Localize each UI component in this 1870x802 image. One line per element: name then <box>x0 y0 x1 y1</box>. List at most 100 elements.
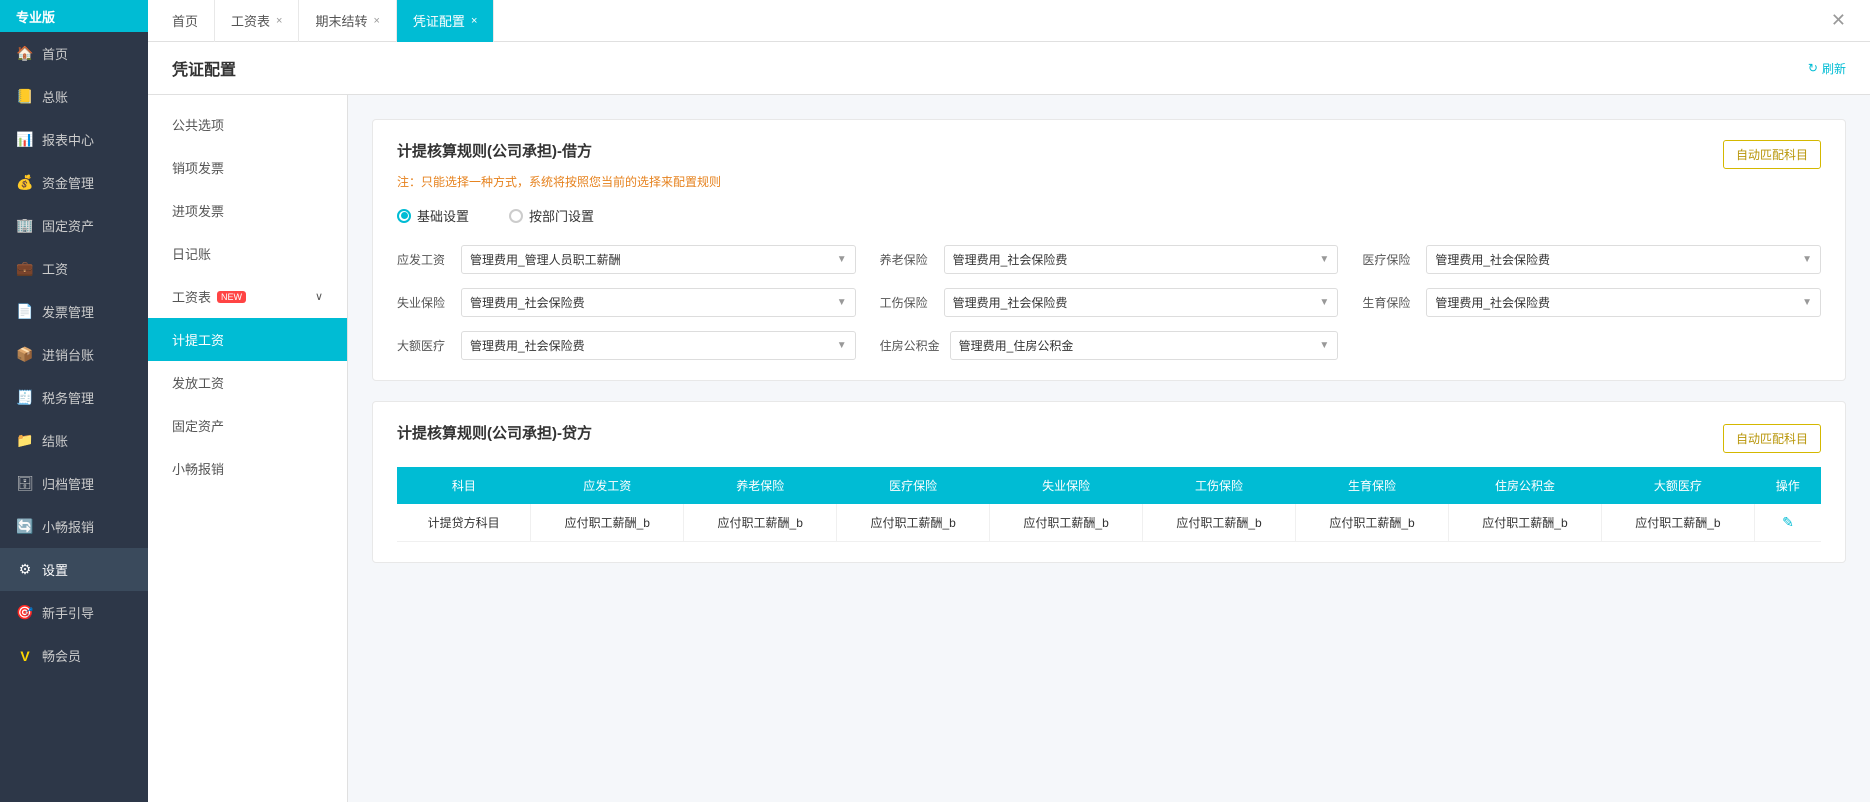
td-action[interactable]: ✎ <box>1754 504 1821 542</box>
sidebar-item-fixed-assets[interactable]: 🏢 固定资产 <box>0 204 148 247</box>
left-nav-journal[interactable]: 日记账 <box>148 232 347 275</box>
select-yanglao[interactable]: 管理费用_社会保险费 ▼ <box>944 245 1339 274</box>
tab-voucher-close-btn[interactable]: × <box>471 15 477 27</box>
form-row-yiliao: 医疗保险 管理费用_社会保险费 ▼ <box>1362 245 1821 274</box>
auto-match-credit-btn[interactable]: 自动匹配科目 <box>1723 424 1821 453</box>
left-nav-purchase-invoice[interactable]: 进项发票 <box>148 189 347 232</box>
sidebar-item-invoice-mgmt[interactable]: 📄 发票管理 <box>0 290 148 333</box>
left-nav-expense-report[interactable]: 小畅报销 <box>148 447 347 490</box>
left-nav-label-7: 固定资产 <box>172 416 224 435</box>
tab-home-label: 首页 <box>172 11 198 30</box>
tab-home[interactable]: 首页 <box>156 0 215 42</box>
settings-icon: ⚙ <box>16 561 34 578</box>
sidebar-item-vip[interactable]: V 畅会员 <box>0 634 148 677</box>
select-daeliao[interactable]: 管理费用_社会保险费 ▼ <box>461 331 856 360</box>
refresh-label: 刷新 <box>1822 60 1846 77</box>
select-shiye-text: 管理费用_社会保险费 <box>470 294 837 311</box>
td-yiliao: 应付职工薪酬_b <box>837 504 990 542</box>
th-action: 操作 <box>1754 467 1821 504</box>
select-yiliao-text: 管理费用_社会保险费 <box>1435 251 1802 268</box>
left-nav-label-3: 日记账 <box>172 244 211 263</box>
vip-icon: V <box>16 648 34 664</box>
th-yiliao: 医疗保险 <box>837 467 990 504</box>
report-icon: 📊 <box>16 131 34 148</box>
sidebar-label-xiaochang: 小畅报销 <box>42 517 94 536</box>
tax-icon: 🧾 <box>16 389 34 406</box>
window-close-btn[interactable]: ✕ <box>1815 10 1862 31</box>
sidebar-item-report-center[interactable]: 📊 报表中心 <box>0 118 148 161</box>
left-nav-label-2: 进项发票 <box>172 201 224 220</box>
form-row-gongshang: 工伤保险 管理费用_社会保险费 ▼ <box>880 288 1339 317</box>
left-nav-label-0: 公共选项 <box>172 115 224 134</box>
select-gongshang-arrow: ▼ <box>1319 297 1329 308</box>
left-nav-sales-invoice[interactable]: 销项发票 <box>148 146 347 189</box>
sidebar-item-capital[interactable]: 💰 资金管理 <box>0 161 148 204</box>
td-yanglao: 应付职工薪酬_b <box>684 504 837 542</box>
form-row-yingfa: 应发工资 管理费用_管理人员职工薪酬 ▼ <box>397 245 856 274</box>
select-gongshang[interactable]: 管理费用_社会保险费 ▼ <box>944 288 1339 317</box>
select-zhufang-text: 管理费用_住房公积金 <box>959 337 1320 354</box>
radio-basic-setup[interactable]: 基础设置 <box>397 206 469 225</box>
sidebar-label-guide: 新手引导 <box>42 603 94 622</box>
td-yingfa: 应付职工薪酬_b <box>531 504 684 542</box>
new-badge: NEW <box>217 291 246 303</box>
sidebar-label-ledger: 总账 <box>42 87 68 106</box>
select-yiliao[interactable]: 管理费用_社会保险费 ▼ <box>1426 245 1821 274</box>
sidebar-item-purchase-sales[interactable]: 📦 进销台账 <box>0 333 148 376</box>
select-yingfa-arrow: ▼ <box>837 254 847 265</box>
sidebar-item-settings[interactable]: ⚙ 设置 <box>0 548 148 591</box>
sidebar-label-vip: 畅会员 <box>42 646 81 665</box>
form-row-shiye: 失业保险 管理费用_社会保险费 ▼ <box>397 288 856 317</box>
sidebar-label-purchase: 进销台账 <box>42 345 94 364</box>
form-row-yanglao: 养老保险 管理费用_社会保险费 ▼ <box>880 245 1339 274</box>
edit-icon[interactable]: ✎ <box>1782 514 1794 530</box>
left-nav-public-options[interactable]: 公共选项 <box>148 103 347 146</box>
select-shiye-arrow: ▼ <box>837 297 847 308</box>
select-yingfa[interactable]: 管理费用_管理人员职工薪酬 ▼ <box>461 245 856 274</box>
guide-icon: 🎯 <box>16 604 34 621</box>
table-wrapper-credit: 科目 应发工资 养老保险 医疗保险 失业保险 工伤保险 生育保险 住房公积金 大… <box>397 467 1821 542</box>
section-debit: 计提核算规则(公司承担)-借方 注：只能选择一种方式，系统将按照您当前的选择来配… <box>372 119 1846 381</box>
label-daeliao: 大额医疗 <box>397 337 451 354</box>
sidebar-label-settings: 设置 <box>42 560 68 579</box>
left-nav-label-4: 工资表 <box>172 287 211 306</box>
sidebar-label-report: 报表中心 <box>42 130 94 149</box>
radio-dept-setup[interactable]: 按部门设置 <box>509 206 594 225</box>
main-content: 计提核算规则(公司承担)-借方 注：只能选择一种方式，系统将按照您当前的选择来配… <box>348 95 1870 802</box>
left-nav-payroll-table[interactable]: 工资表 NEW ∨ <box>148 275 347 318</box>
home-icon: 🏠 <box>16 45 34 62</box>
select-zhufang[interactable]: 管理费用_住房公积金 ▼ <box>950 331 1339 360</box>
sidebar-item-general-ledger[interactable]: 📒 总账 <box>0 75 148 118</box>
sidebar-item-closing[interactable]: 📁 结账 <box>0 419 148 462</box>
left-nav-pay-salary[interactable]: 发放工资 <box>148 361 347 404</box>
page-title: 凭证配置 <box>172 56 236 80</box>
sidebar-item-home[interactable]: 🏠 首页 <box>0 32 148 75</box>
form-row-zhufang: 住房公积金 管理费用_住房公积金 ▼ <box>880 331 1339 360</box>
auto-match-debit-btn[interactable]: 自动匹配科目 <box>1723 140 1821 169</box>
tab-payroll-close[interactable]: × <box>276 15 282 27</box>
tab-voucher-config[interactable]: 凭证配置 × <box>397 0 494 42</box>
sidebar: 专业版 🏠 首页 📒 总账 📊 报表中心 💰 资金管理 🏢 固定资产 💼 工资 … <box>0 0 148 802</box>
left-nav-label-5: 计提工资 <box>172 330 224 349</box>
sidebar-label-home: 首页 <box>42 44 68 63</box>
radio-dept-label: 按部门设置 <box>529 206 594 225</box>
tab-period-closing[interactable]: 期末结转 × <box>299 0 396 42</box>
sidebar-item-xiaochang[interactable]: 🔄 小畅报销 <box>0 505 148 548</box>
select-shengyu[interactable]: 管理费用_社会保险费 ▼ <box>1426 288 1821 317</box>
th-daeliao: 大额医疗 <box>1601 467 1754 504</box>
left-nav-fixed-assets-nav[interactable]: 固定资产 <box>148 404 347 447</box>
select-daeliao-arrow: ▼ <box>837 340 847 351</box>
sidebar-item-guide[interactable]: 🎯 新手引导 <box>0 591 148 634</box>
refresh-button[interactable]: ↻ 刷新 <box>1808 60 1846 77</box>
sidebar-label-capital: 资金管理 <box>42 173 94 192</box>
select-shiye[interactable]: 管理费用_社会保险费 ▼ <box>461 288 856 317</box>
sidebar-item-tax-mgmt[interactable]: 🧾 税务管理 <box>0 376 148 419</box>
td-subject: 计提贷方科目 <box>397 504 531 542</box>
left-nav-accrued-salary[interactable]: 计提工资 <box>148 318 347 361</box>
tab-period-close-btn[interactable]: × <box>373 15 379 27</box>
sidebar-item-archive[interactable]: 🗄 归档管理 <box>0 462 148 505</box>
th-yingfa: 应发工资 <box>531 467 684 504</box>
tab-payroll[interactable]: 工资表 × <box>215 0 299 42</box>
sidebar-label-archive: 归档管理 <box>42 474 94 493</box>
sidebar-item-salary[interactable]: 💼 工资 <box>0 247 148 290</box>
